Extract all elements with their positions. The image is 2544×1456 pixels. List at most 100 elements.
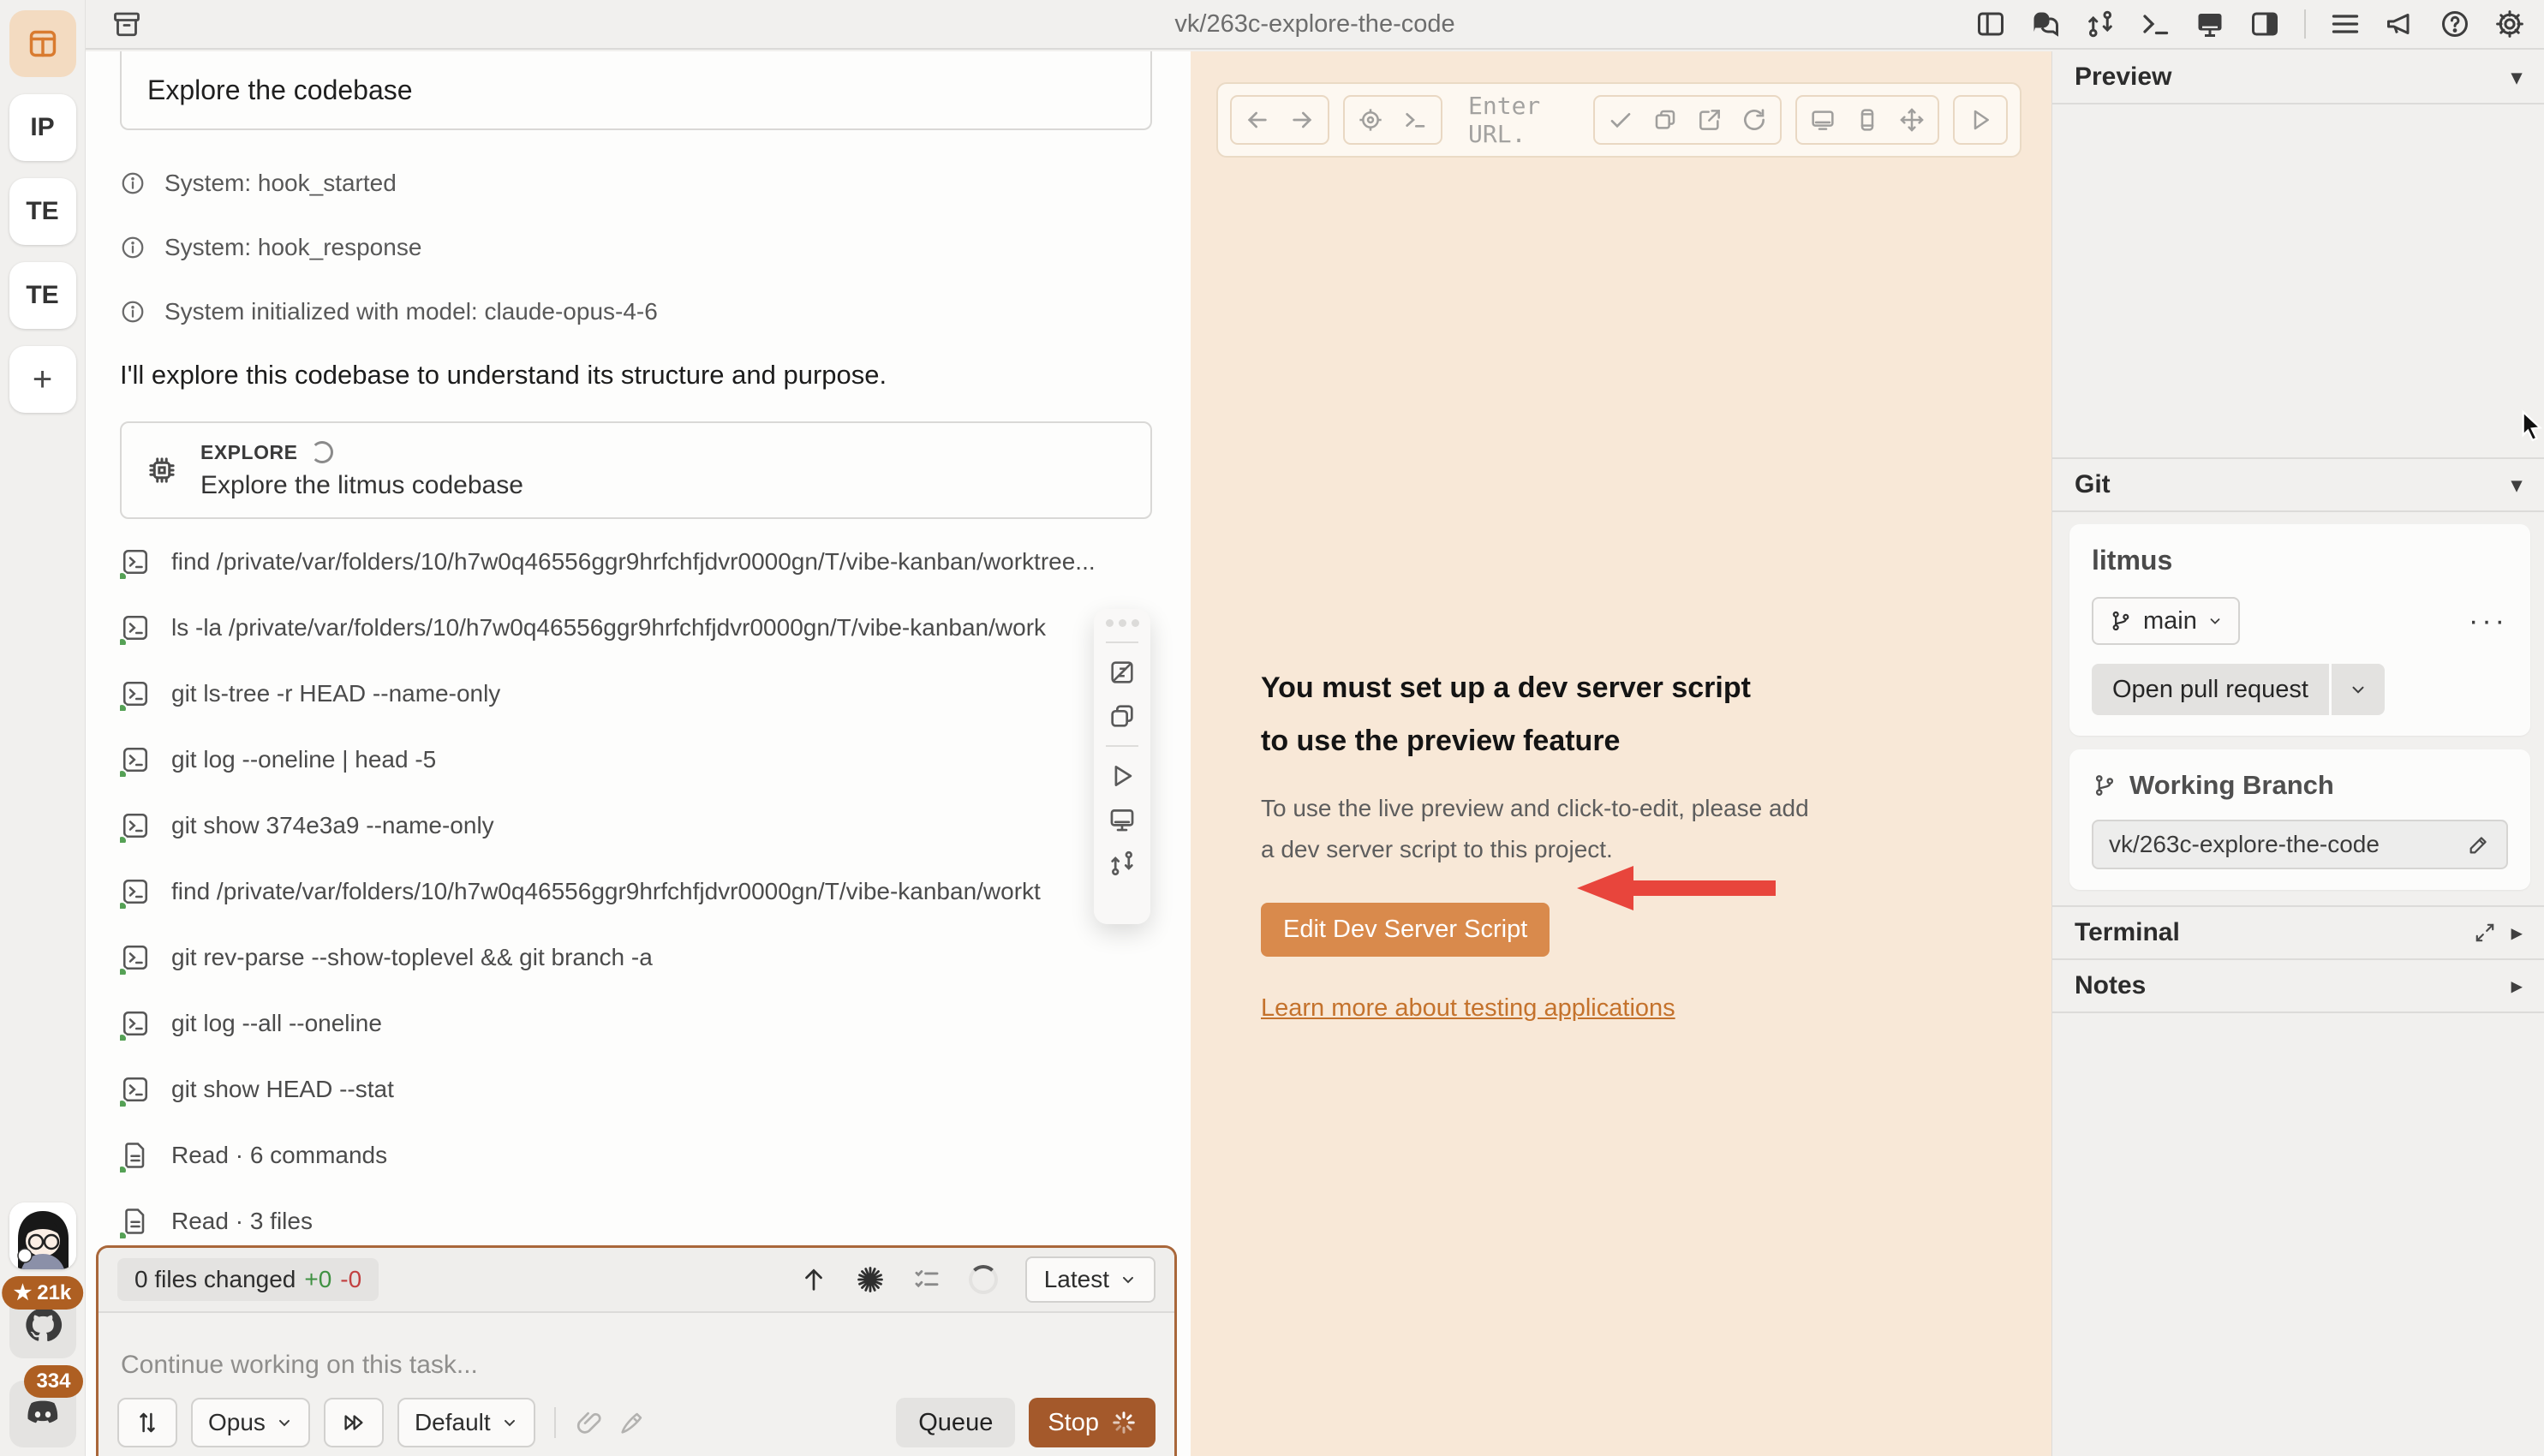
section-preview[interactable]: Preview ▾ — [2052, 51, 2544, 104]
panel-left-icon[interactable] — [1975, 9, 2006, 39]
discord-link[interactable]: 334 — [9, 1381, 76, 1447]
mobile-icon[interactable] — [1854, 106, 1881, 134]
drag-handle-icon[interactable] — [1106, 619, 1139, 627]
tab-project-te-2[interactable]: TE — [9, 262, 76, 329]
queue-button[interactable]: Queue — [896, 1398, 1015, 1447]
section-notes[interactable]: Notes ▸ — [2052, 960, 2544, 1013]
tab-kanban-board[interactable] — [9, 10, 76, 77]
command-row[interactable]: git ls-tree -r HEAD --name-only — [120, 677, 1152, 711]
run-preview-icon[interactable] — [1967, 106, 1994, 134]
files-changed-chip[interactable]: 0 files changed +0 -0 — [117, 1258, 379, 1301]
message-input[interactable]: Continue working on this task... — [99, 1313, 1174, 1380]
read-summary-text: Read · 3 files — [171, 1208, 313, 1235]
base-branch-dropdown[interactable]: main — [2092, 597, 2240, 645]
command-row[interactable]: git log --all --oneline — [120, 1006, 1152, 1041]
checklist-icon[interactable] — [912, 1265, 941, 1294]
browser-toolbar: Enter URL. — [1216, 82, 2021, 158]
refresh-icon[interactable] — [1741, 106, 1768, 134]
tab-project-te-1[interactable]: TE — [9, 178, 76, 245]
section-terminal[interactable]: Terminal ▸ — [2052, 907, 2544, 960]
caret-down-icon: ▾ — [2511, 473, 2522, 498]
kanban-board-icon — [27, 27, 59, 60]
archive-icon[interactable] — [111, 9, 142, 39]
fast-forward-icon — [341, 1410, 367, 1435]
system-message[interactable]: System initialized with model: claude-op… — [120, 295, 1152, 329]
command-text: git show 374e3a9 --name-only — [171, 812, 494, 839]
more-options-icon[interactable]: ··· — [2469, 605, 2508, 638]
chat-icon[interactable] — [2030, 9, 2061, 39]
command-row[interactable]: find /private/var/folders/10/h7w0q46556g… — [120, 545, 1152, 579]
settings-sliders-button[interactable] — [117, 1398, 177, 1447]
terminal-command-icon — [120, 1008, 151, 1039]
settings-gear-icon[interactable] — [2494, 9, 2525, 39]
command-row[interactable]: git log --oneline | head -5 — [120, 743, 1152, 777]
section-git[interactable]: Git ▾ — [2052, 459, 2544, 512]
git-compare-icon[interactable] — [1108, 849, 1137, 878]
version-dropdown[interactable]: Latest — [1025, 1256, 1156, 1303]
edit-pencil-icon[interactable] — [2467, 832, 2491, 856]
command-row[interactable]: git rev-parse --show-toplevel && git bra… — [120, 940, 1152, 975]
url-input[interactable]: Enter URL. — [1468, 92, 1568, 148]
terminal-command-icon — [120, 678, 151, 709]
model-dropdown[interactable]: Opus — [191, 1398, 310, 1447]
read-row[interactable]: Read · 6 commands — [120, 1138, 1152, 1173]
stop-button[interactable]: Stop — [1029, 1398, 1156, 1447]
monitor-icon[interactable] — [2195, 9, 2225, 39]
terminal-icon[interactable] — [2140, 9, 2171, 39]
copy-icon[interactable] — [1108, 701, 1137, 731]
command-row[interactable]: git show HEAD --stat — [120, 1072, 1152, 1107]
crosshair-icon[interactable] — [1357, 106, 1384, 134]
copy-icon[interactable] — [1651, 106, 1679, 134]
learn-more-link[interactable]: Learn more about testing applications — [1261, 994, 1675, 1023]
command-text: find /private/var/folders/10/h7w0q46556g… — [171, 878, 1041, 905]
scroll-top-icon[interactable] — [799, 1265, 828, 1294]
command-row[interactable]: ls -la /private/var/folders/10/h7w0q4655… — [120, 611, 1152, 645]
fast-forward-button[interactable] — [324, 1398, 384, 1447]
forward-icon[interactable] — [1288, 106, 1316, 134]
monitor-icon[interactable] — [1108, 805, 1137, 834]
command-row[interactable]: git show 374e3a9 --name-only — [120, 809, 1152, 843]
system-message[interactable]: System: hook_response — [120, 230, 1152, 265]
menu-icon[interactable] — [2330, 9, 2361, 39]
play-icon[interactable] — [1108, 761, 1137, 791]
open-pr-dropdown[interactable] — [2332, 664, 2385, 715]
screenshot-icon[interactable] — [1108, 658, 1137, 687]
edit-dev-server-script-button[interactable]: Edit Dev Server Script — [1261, 903, 1550, 957]
profile-dropdown[interactable]: Default — [397, 1398, 535, 1447]
new-tab-button[interactable]: + — [9, 346, 76, 413]
attachment-icon[interactable] — [575, 1408, 604, 1437]
task-title: Explore the codebase — [147, 75, 413, 106]
github-link[interactable]: ★ 21k — [9, 1292, 76, 1358]
open-pull-request-button[interactable]: Open pull request — [2092, 664, 2329, 715]
working-branch-field[interactable]: vk/263c-explore-the-code — [2092, 820, 2508, 869]
megaphone-icon[interactable] — [2385, 9, 2416, 39]
document-icon — [120, 1140, 151, 1171]
assistant-message: I'll explore this codebase to understand… — [120, 360, 1152, 391]
read-row[interactable]: Read · 3 files — [120, 1204, 1152, 1238]
explore-task-card[interactable]: EXPLORE Explore the litmus codebase — [120, 421, 1152, 519]
divider — [554, 1407, 556, 1438]
toolbar-divider — [1106, 745, 1138, 747]
panel-right-icon[interactable] — [2249, 9, 2280, 39]
terminal-prompt-icon[interactable] — [1401, 106, 1429, 134]
external-link-icon[interactable] — [1696, 106, 1723, 134]
avatar[interactable] — [9, 1202, 76, 1269]
expand-icon[interactable] — [2474, 922, 2496, 944]
discord-count: 334 — [36, 1369, 70, 1393]
tab-project-ip[interactable]: IP — [9, 94, 76, 161]
desktop-icon[interactable] — [1809, 106, 1836, 134]
open-pr-label: Open pull request — [2112, 676, 2308, 704]
check-icon[interactable] — [1607, 106, 1634, 134]
command-row[interactable]: find /private/var/folders/10/h7w0q46556g… — [120, 874, 1152, 909]
back-icon[interactable] — [1244, 106, 1271, 134]
help-icon[interactable] — [2439, 9, 2470, 39]
sparkle-icon[interactable] — [856, 1265, 885, 1294]
terminal-command-icon — [120, 1074, 151, 1105]
section-label: Terminal — [2075, 918, 2180, 947]
section-label: Preview — [2075, 63, 2171, 92]
system-message[interactable]: System: hook_started — [120, 166, 1152, 200]
pen-icon[interactable] — [618, 1408, 647, 1437]
move-icon[interactable] — [1898, 106, 1926, 134]
terminal-command-icon — [120, 810, 151, 841]
git-compare-icon[interactable] — [2085, 9, 2116, 39]
